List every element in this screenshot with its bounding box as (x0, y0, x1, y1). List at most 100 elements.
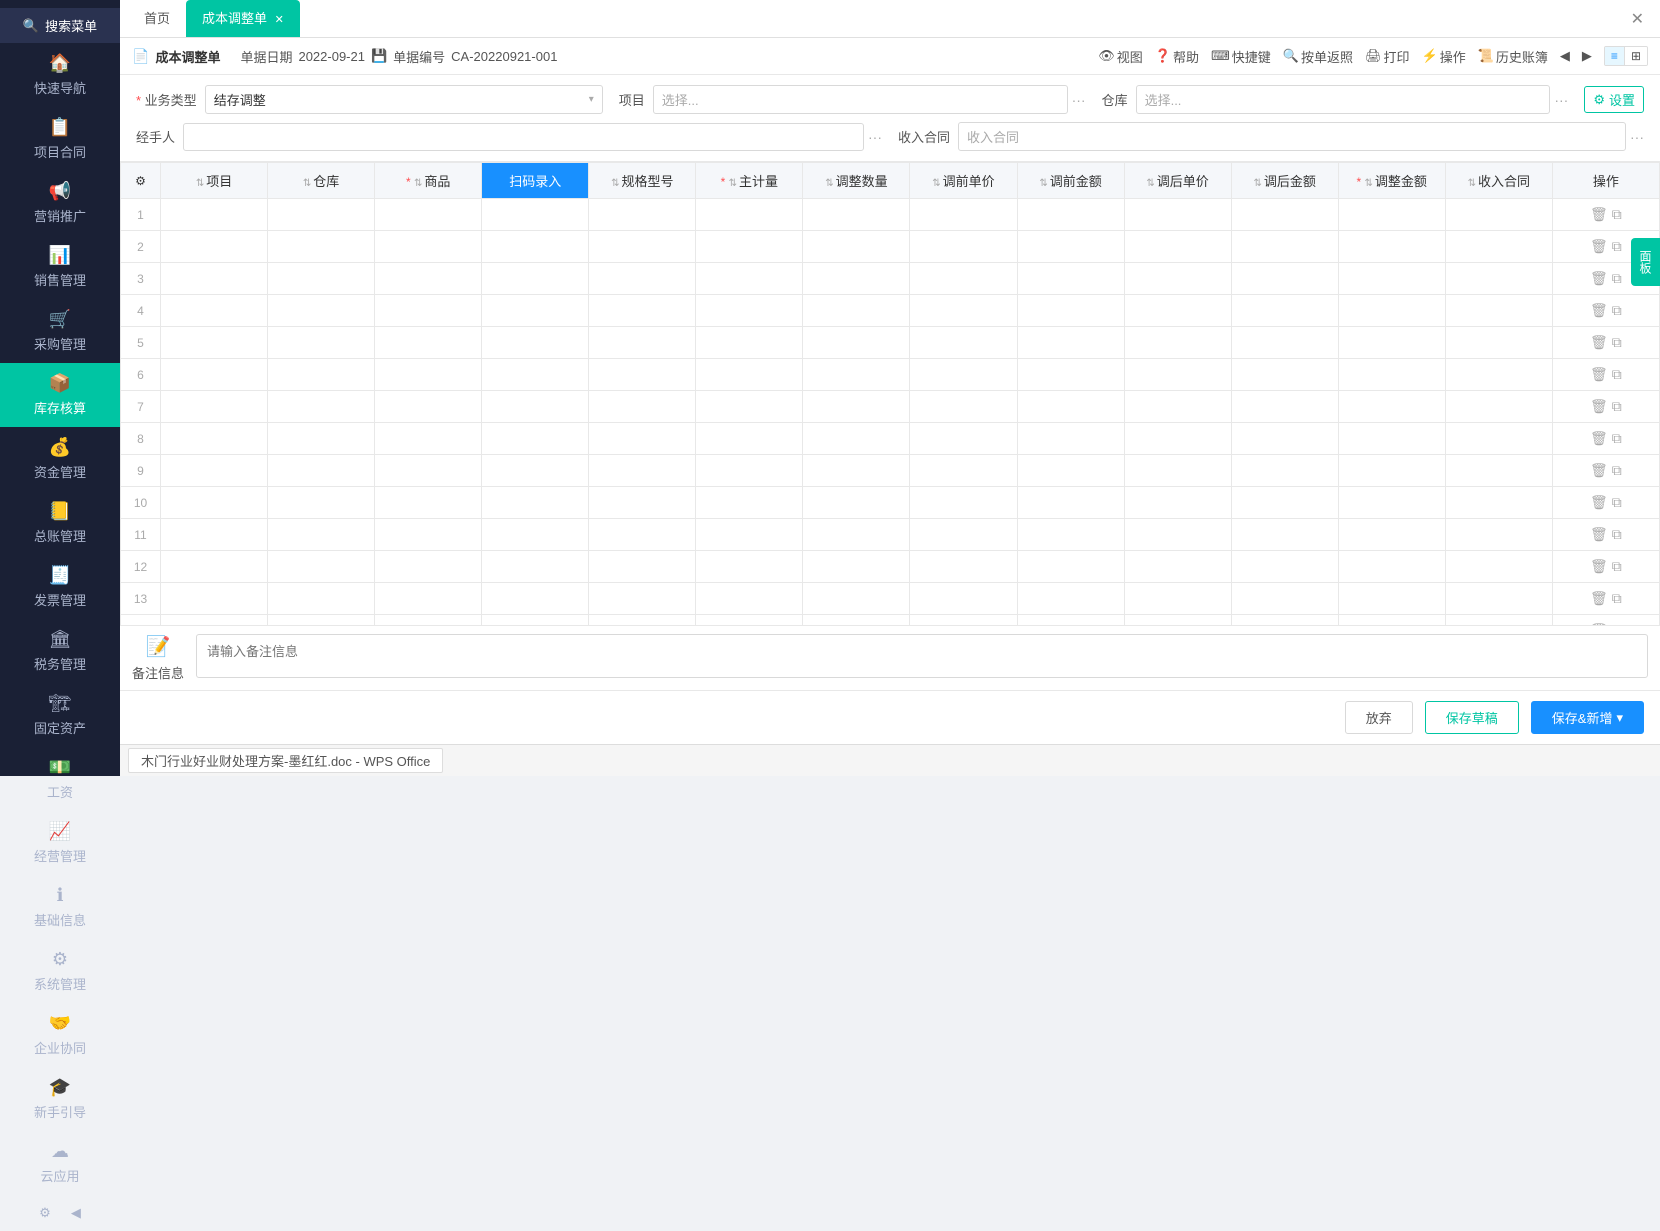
table-cell[interactable] (1124, 391, 1231, 423)
table-cell[interactable] (482, 231, 589, 263)
table-cell[interactable] (910, 423, 1017, 455)
table-cell[interactable] (1445, 199, 1552, 231)
table-cell[interactable] (803, 327, 910, 359)
table-cell[interactable] (1445, 231, 1552, 263)
table-cell[interactable] (589, 423, 696, 455)
table-cell[interactable] (268, 327, 375, 359)
row-delete-icon[interactable]: 🗑 (1590, 238, 1608, 255)
table-cell[interactable] (1338, 423, 1445, 455)
table-cell[interactable] (1338, 615, 1445, 626)
check-cancel-action[interactable]: 🔍 按单返照 (1283, 47, 1353, 66)
sidebar-item-finance[interactable]: 💰 资金管理 (0, 427, 120, 491)
table-cell[interactable] (910, 231, 1017, 263)
table-cell[interactable] (910, 455, 1017, 487)
toggle-icon[interactable]: ◀ (71, 1205, 81, 1221)
table-cell[interactable] (803, 423, 910, 455)
history-action[interactable]: 📜 历史账簿 (1478, 47, 1548, 66)
table-cell[interactable] (161, 231, 268, 263)
table-cell[interactable] (268, 519, 375, 551)
table-cell[interactable] (482, 615, 589, 626)
table-cell[interactable] (589, 583, 696, 615)
table-cell[interactable] (803, 551, 910, 583)
table-cell[interactable] (482, 423, 589, 455)
table-cell[interactable] (1231, 519, 1338, 551)
sidebar-item-sales-mgmt[interactable]: 📊 销售管理 (0, 235, 120, 299)
table-cell[interactable] (1445, 263, 1552, 295)
table-cell[interactable] (268, 615, 375, 626)
table-cell[interactable] (1338, 199, 1445, 231)
table-cell[interactable] (1124, 263, 1231, 295)
table-cell[interactable] (161, 391, 268, 423)
table-cell[interactable] (1231, 231, 1338, 263)
tab-close-icon[interactable]: ✕ (275, 14, 284, 26)
table-cell[interactable] (910, 583, 1017, 615)
table-cell[interactable] (268, 455, 375, 487)
table-cell[interactable] (375, 199, 482, 231)
table-cell[interactable] (268, 487, 375, 519)
table-cell[interactable] (375, 551, 482, 583)
table-cell[interactable] (375, 583, 482, 615)
project-more-icon[interactable]: ··· (1072, 92, 1086, 108)
table-cell[interactable] (1017, 391, 1124, 423)
sidebar-item-payroll[interactable]: 💵 工资 (0, 747, 120, 811)
sidebar-bottom-row[interactable]: ⚙ ◀ (0, 1195, 120, 1231)
table-cell[interactable] (161, 423, 268, 455)
table-cell[interactable] (482, 455, 589, 487)
settings-icon[interactable]: ⚙ (39, 1205, 51, 1221)
table-cell[interactable] (482, 263, 589, 295)
table-cell[interactable] (161, 327, 268, 359)
table-cell[interactable] (1338, 551, 1445, 583)
row-delete-icon[interactable]: 🗑 (1590, 430, 1608, 447)
table-cell[interactable] (482, 487, 589, 519)
table-cell[interactable] (1231, 295, 1338, 327)
table-cell[interactable] (1338, 263, 1445, 295)
sidebar-item-sales-promo[interactable]: 📢 营销推广 (0, 171, 120, 235)
row-copy-icon[interactable]: ⧉ (1612, 302, 1622, 319)
table-cell[interactable] (1338, 359, 1445, 391)
table-cell[interactable] (268, 231, 375, 263)
table-cell[interactable] (375, 359, 482, 391)
table-cell[interactable] (375, 391, 482, 423)
table-cell[interactable] (161, 199, 268, 231)
table-cell[interactable] (910, 519, 1017, 551)
table-cell[interactable] (1445, 455, 1552, 487)
view-table-btn[interactable]: ≡ (1605, 47, 1625, 65)
table-cell[interactable] (589, 519, 696, 551)
table-cell[interactable] (268, 423, 375, 455)
table-cell[interactable] (1017, 327, 1124, 359)
table-cell[interactable] (1017, 263, 1124, 295)
table-cell[interactable] (589, 391, 696, 423)
row-copy-icon[interactable]: ⧉ (1612, 430, 1622, 447)
table-cell[interactable] (161, 263, 268, 295)
table-cell[interactable] (375, 423, 482, 455)
row-copy-icon[interactable]: ⧉ (1612, 558, 1622, 575)
table-cell[interactable] (482, 327, 589, 359)
table-cell[interactable] (1017, 615, 1124, 626)
sidebar-item-ops-mgmt[interactable]: 📈 经营管理 (0, 811, 120, 875)
sidebar-item-project-contract[interactable]: 📋 项目合同 (0, 107, 120, 171)
row-delete-icon[interactable]: 🗑 (1590, 462, 1608, 479)
save-draft-icon[interactable]: 💾 (371, 48, 387, 64)
table-cell[interactable] (1124, 295, 1231, 327)
table-cell[interactable] (1124, 359, 1231, 391)
table-cell[interactable] (803, 615, 910, 626)
view-action[interactable]: 👁 视图 (1098, 47, 1143, 66)
table-cell[interactable] (1017, 487, 1124, 519)
table-cell[interactable] (589, 295, 696, 327)
row-delete-icon[interactable]: 🗑 (1590, 494, 1608, 511)
table-cell[interactable] (161, 487, 268, 519)
table-cell[interactable] (1445, 295, 1552, 327)
table-cell[interactable] (268, 263, 375, 295)
table-cell[interactable] (589, 263, 696, 295)
print-action[interactable]: 🖨 打印 (1365, 47, 1410, 66)
table-cell[interactable] (1445, 615, 1552, 626)
table-cell[interactable] (482, 583, 589, 615)
table-cell[interactable] (696, 295, 803, 327)
table-cell[interactable] (1231, 455, 1338, 487)
table-cell[interactable] (1231, 199, 1338, 231)
table-cell[interactable] (910, 327, 1017, 359)
table-cell[interactable] (1124, 583, 1231, 615)
table-cell[interactable] (375, 327, 482, 359)
row-copy-icon[interactable]: ⧉ (1612, 398, 1622, 415)
sidebar-item-ledger[interactable]: 📒 总账管理 (0, 491, 120, 555)
